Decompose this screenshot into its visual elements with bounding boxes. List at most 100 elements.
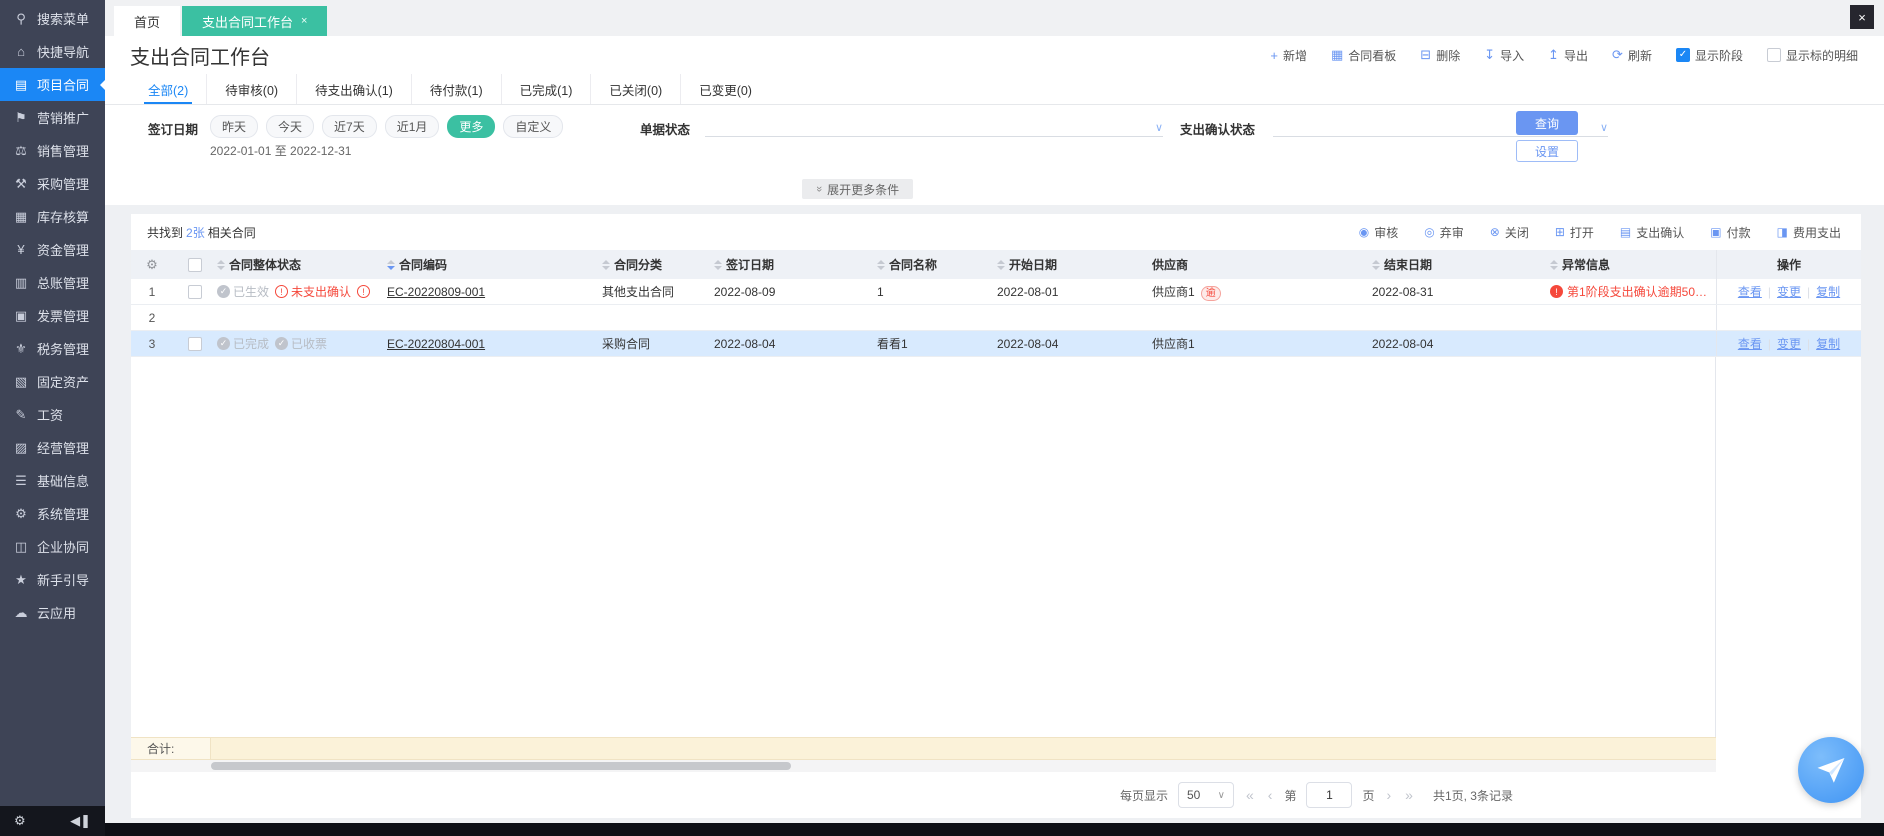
sort-icon[interactable] bbox=[877, 259, 885, 270]
delete-button[interactable]: ⊟ 删除 bbox=[1420, 47, 1460, 64]
table-row[interactable]: 2 bbox=[131, 305, 1861, 331]
refresh-button[interactable]: ⟳ 刷新 bbox=[1612, 47, 1652, 64]
checkbox-icon[interactable] bbox=[1766, 48, 1781, 62]
status-tab-closed[interactable]: 已关闭(0) bbox=[591, 74, 682, 104]
quick-range-yesterday[interactable]: 昨天 bbox=[210, 115, 259, 138]
sort-icon[interactable] bbox=[1550, 259, 1558, 270]
col-header-contract-name[interactable]: 合同名称 bbox=[877, 256, 997, 273]
export-button[interactable]: ↥ 导出 bbox=[1548, 47, 1588, 64]
expense-confirm-button[interactable]: ▤ 支出确认 bbox=[1620, 224, 1684, 241]
view-link[interactable]: 查看 bbox=[1738, 283, 1762, 300]
sidebar-item-marketing[interactable]: ⚑ 营销推广 bbox=[0, 101, 105, 134]
quick-range-1month[interactable]: 近1月 bbox=[384, 115, 440, 138]
row-checkbox[interactable] bbox=[188, 284, 202, 299]
sidebar-item-purchase[interactable]: ⚒ 采购管理 bbox=[0, 167, 105, 200]
next-page-button[interactable]: › bbox=[1385, 787, 1394, 803]
show-stage-checkbox[interactable]: 显示阶段 bbox=[1675, 47, 1743, 64]
view-link[interactable]: 查看 bbox=[1738, 335, 1762, 352]
sidebar-item-operation[interactable]: ▨ 经营管理 bbox=[0, 431, 105, 464]
quick-range-today[interactable]: 今天 bbox=[266, 115, 315, 138]
audit-button[interactable]: ◉ 审核 bbox=[1359, 224, 1399, 241]
expense-spend-button[interactable]: ◨ 费用支出 bbox=[1777, 224, 1841, 241]
custom-range-button[interactable]: 自定义 bbox=[503, 115, 564, 138]
assistant-button[interactable] bbox=[1798, 737, 1864, 803]
contract-board-button[interactable]: ▦ 合同看板 bbox=[1331, 47, 1396, 64]
col-header-end-date[interactable]: 结束日期 bbox=[1372, 256, 1550, 273]
sort-icon[interactable] bbox=[387, 259, 395, 270]
table-row[interactable]: 1 已生效 未支出确认 EC-20220809-001 其他支出合同 2022-… bbox=[131, 279, 1861, 305]
col-header-contract-code[interactable]: 合同编码 bbox=[387, 256, 602, 273]
show-subject-detail-checkbox[interactable]: 显示标的明细 bbox=[1766, 47, 1858, 64]
sidebar-item-system[interactable]: ⚙ 系统管理 bbox=[0, 497, 105, 530]
copy-link[interactable]: 复制 bbox=[1816, 335, 1840, 352]
change-link[interactable]: 变更 bbox=[1777, 335, 1801, 352]
last-page-button[interactable]: » bbox=[1403, 787, 1415, 803]
sidebar-item-base-info[interactable]: ☰ 基础信息 bbox=[0, 464, 105, 497]
contract-code-link[interactable]: EC-20220804-001 bbox=[387, 337, 485, 351]
window-close-button[interactable]: × bbox=[1850, 5, 1874, 29]
import-button[interactable]: ↧ 导入 bbox=[1484, 47, 1524, 64]
horizontal-scrollbar[interactable] bbox=[131, 760, 1716, 772]
more-ranges-button[interactable]: 更多 bbox=[447, 115, 496, 138]
contract-code-link[interactable]: EC-20220809-001 bbox=[387, 285, 485, 299]
change-link[interactable]: 变更 bbox=[1777, 283, 1801, 300]
quick-range-7days[interactable]: 近7天 bbox=[322, 115, 377, 138]
sort-icon[interactable] bbox=[1372, 259, 1380, 270]
scrollbar-thumb[interactable] bbox=[211, 762, 791, 770]
sidebar-item-invoice[interactable]: ▣ 发票管理 bbox=[0, 299, 105, 332]
row-checkbox[interactable] bbox=[188, 336, 202, 351]
col-header-contract-category[interactable]: 合同分类 bbox=[602, 256, 714, 273]
per-page-select[interactable]: 50 ∨ bbox=[1178, 782, 1234, 808]
sort-icon[interactable] bbox=[217, 259, 225, 270]
select-all-checkbox[interactable] bbox=[188, 257, 202, 272]
copy-link[interactable]: 复制 bbox=[1816, 283, 1840, 300]
date-range-value[interactable]: 2022-01-01 至 2022-12-31 bbox=[210, 142, 351, 159]
settings-gear-icon[interactable]: ⚙ bbox=[14, 813, 26, 829]
prev-page-button[interactable]: ‹ bbox=[1266, 787, 1275, 803]
checkbox-icon[interactable] bbox=[1675, 48, 1690, 62]
sort-icon[interactable] bbox=[714, 259, 722, 270]
sidebar-item-fixed-assets[interactable]: ▧ 固定资产 bbox=[0, 365, 105, 398]
sort-icon[interactable] bbox=[997, 259, 1005, 270]
sidebar-item-tax[interactable]: ⚜ 税务管理 bbox=[0, 332, 105, 365]
col-header-error-info[interactable]: 异常信息 bbox=[1550, 256, 1716, 273]
tab-expense-contract-workbench[interactable]: 支出合同工作台 × bbox=[182, 6, 328, 36]
sidebar-item-sales[interactable]: ⚖ 销售管理 bbox=[0, 134, 105, 167]
status-tab-pending-review[interactable]: 待审核(0) bbox=[207, 74, 298, 104]
sidebar-item-salary[interactable]: ✎ 工资 bbox=[0, 398, 105, 431]
first-page-button[interactable]: « bbox=[1244, 787, 1256, 803]
col-header-supplier[interactable]: 供应商 bbox=[1152, 256, 1372, 273]
status-tab-changed[interactable]: 已变更(0) bbox=[681, 74, 770, 104]
col-header-start-date[interactable]: 开始日期 bbox=[997, 256, 1152, 273]
col-header-contract-status[interactable]: 合同整体状态 bbox=[217, 256, 387, 273]
open-contract-button[interactable]: ⊞ 打开 bbox=[1555, 224, 1594, 241]
tab-close-icon[interactable]: × bbox=[301, 15, 307, 27]
status-tab-all[interactable]: 全部(2) bbox=[130, 74, 208, 104]
doc-status-select[interactable]: ∨ bbox=[705, 115, 1163, 137]
sidebar-item-guide[interactable]: ★ 新手引导 bbox=[0, 563, 105, 596]
table-row-selected[interactable]: 3 已完成 已收票 EC-20220804-001 采购合同 2022-08-0… bbox=[131, 331, 1861, 357]
sidebar-item-cloud[interactable]: ☁ 云应用 bbox=[0, 596, 105, 629]
status-tab-completed[interactable]: 已完成(1) bbox=[502, 74, 592, 104]
sidebar-item-funds[interactable]: ¥ 资金管理 bbox=[0, 233, 105, 266]
sort-icon[interactable] bbox=[602, 259, 610, 270]
close-contract-button[interactable]: ⊗ 关闭 bbox=[1490, 224, 1529, 241]
col-header-sign-date[interactable]: 签订日期 bbox=[714, 256, 877, 273]
expand-more-conditions-button[interactable]: » 展开更多条件 bbox=[802, 179, 914, 199]
status-tab-pending-expense-confirm[interactable]: 待支出确认(1) bbox=[297, 74, 412, 104]
column-settings-gear-icon[interactable]: ⚙ bbox=[146, 257, 158, 273]
sidebar-item-quick-nav[interactable]: ⌂ 快捷导航 bbox=[0, 35, 105, 68]
page-number-input[interactable] bbox=[1306, 782, 1353, 808]
sidebar-item-ledger[interactable]: ▥ 总账管理 bbox=[0, 266, 105, 299]
tab-home[interactable]: 首页 bbox=[114, 6, 181, 36]
sidebar-item-search-menu[interactable]: ⚲ 搜索菜单 bbox=[0, 2, 105, 35]
search-button[interactable]: 查询 bbox=[1516, 111, 1578, 135]
status-tab-pending-payment[interactable]: 待付款(1) bbox=[412, 74, 502, 104]
sidebar-item-inventory[interactable]: ▦ 库存核算 bbox=[0, 200, 105, 233]
settings-button[interactable]: 设置 bbox=[1516, 140, 1578, 162]
sidebar-item-collaboration[interactable]: ◫ 企业协同 bbox=[0, 530, 105, 563]
add-button[interactable]: + 新增 bbox=[1270, 47, 1307, 64]
unaudit-button[interactable]: ◎ 弃审 bbox=[1424, 224, 1464, 241]
collapse-sidebar-icon[interactable]: ◀❚ bbox=[70, 813, 91, 829]
payment-button[interactable]: ▣ 付款 bbox=[1710, 224, 1750, 241]
